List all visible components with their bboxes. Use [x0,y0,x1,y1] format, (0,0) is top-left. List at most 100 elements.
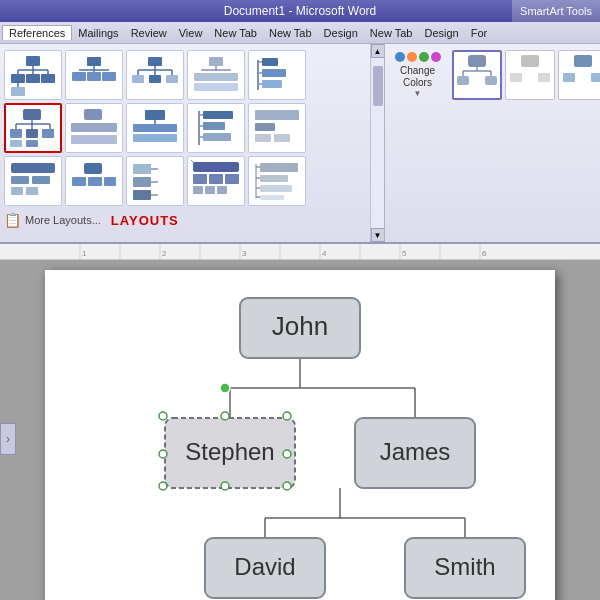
svg-rect-25 [166,75,178,83]
svg-rect-76 [133,164,151,174]
svg-rect-143 [159,482,167,490]
svg-rect-44 [10,129,22,138]
layout-item-1[interactable] [4,50,62,100]
layout-item-9[interactable] [187,103,245,153]
svg-rect-74 [88,177,102,186]
scroll-thumb[interactable] [373,66,383,106]
svg-rect-38 [23,109,41,120]
svg-rect-146 [221,482,229,490]
svg-rect-93 [260,175,288,182]
svg-text:4: 4 [322,249,327,258]
svg-rect-14 [87,72,101,81]
svg-rect-104 [457,76,469,85]
layouts-section: 📋 More Layouts... LAYOUTS [0,44,370,242]
menu-mailings[interactable]: Mailings [72,26,124,40]
layout-item-2[interactable] [65,50,123,100]
svg-point-149 [220,383,230,393]
ribbon: 📋 More Layouts... LAYOUTS ▲ ▼ [0,44,600,244]
svg-rect-6 [11,74,25,83]
svg-rect-26 [209,57,223,66]
menu-newtab1[interactable]: New Tab [208,26,263,40]
svg-text:James: James [380,438,451,465]
svg-rect-34 [262,69,286,77]
svg-rect-30 [194,83,238,91]
style-item-selected[interactable] [452,50,502,100]
svg-rect-46 [42,129,54,138]
svg-rect-95 [260,185,292,192]
menu-bar: References Mailings Review View New Tab … [0,22,600,44]
menu-view[interactable]: View [173,26,209,40]
layout-item-13[interactable] [126,156,184,206]
layout-item-12[interactable] [65,156,123,206]
svg-rect-78 [133,190,151,200]
more-layouts-btn[interactable]: 📋 More Layouts... [4,212,101,228]
left-scroll-handle[interactable]: › [0,423,16,455]
scroll-down-btn[interactable]: ▼ [371,228,385,242]
layout-item-8[interactable] [126,103,184,153]
svg-rect-85 [209,174,223,184]
svg-rect-49 [84,109,102,120]
svg-rect-87 [193,186,203,194]
svg-text:Smith: Smith [434,553,495,580]
svg-text:5: 5 [402,249,407,258]
menu-references[interactable]: References [2,25,72,40]
svg-rect-17 [148,57,162,66]
svg-rect-89 [217,186,227,194]
layout-item-15[interactable] [248,156,306,206]
svg-rect-145 [221,412,229,420]
svg-rect-36 [262,80,282,88]
svg-rect-83 [193,162,239,172]
scroll-up-btn[interactable]: ▲ [371,44,385,58]
style-item-3[interactable] [558,50,600,100]
svg-rect-107 [510,73,522,82]
svg-text:6: 6 [482,249,487,258]
svg-rect-63 [255,110,299,120]
layout-item-11[interactable] [4,156,62,206]
svg-rect-91 [260,163,298,172]
document-page: John Stephen James [45,270,555,600]
svg-rect-86 [225,174,239,184]
layout-item-4[interactable] [187,50,245,100]
svg-rect-77 [133,177,151,187]
svg-rect-69 [32,176,50,184]
svg-rect-97 [260,195,284,200]
svg-rect-23 [132,75,144,83]
menu-design2[interactable]: Design [418,26,464,40]
menu-review[interactable]: Review [125,26,173,40]
svg-rect-10 [11,87,25,96]
svg-text:1: 1 [82,249,87,258]
menu-newtab3[interactable]: New Tab [364,26,419,40]
svg-rect-141 [159,412,167,420]
svg-rect-75 [104,177,116,186]
svg-rect-55 [133,134,177,142]
style-item-2[interactable] [505,50,555,100]
svg-rect-106 [521,55,539,67]
svg-rect-71 [26,187,38,195]
svg-rect-54 [133,124,177,132]
layouts-scrollbar[interactable]: ▲ ▼ [370,44,384,242]
layout-item-7[interactable] [65,103,123,153]
svg-rect-57 [203,111,233,119]
svg-rect-108 [538,73,550,82]
svg-rect-50 [71,123,117,132]
svg-text:John: John [272,311,328,341]
layout-item-14[interactable] [187,156,245,206]
menu-design1[interactable]: Design [318,26,364,40]
scroll-track [372,58,384,228]
layouts-label: LAYOUTS [111,213,179,228]
svg-rect-11 [87,57,101,66]
menu-for[interactable]: For [465,26,494,40]
svg-rect-8 [41,74,55,83]
layout-item-5[interactable] [248,50,306,100]
svg-rect-144 [283,482,291,490]
layout-item-10[interactable] [248,103,306,153]
svg-rect-67 [11,163,55,173]
change-colors-btn[interactable]: ChangeColors ▼ [391,52,444,98]
svg-rect-0 [26,56,40,66]
layout-item-selected[interactable] [4,103,62,153]
svg-rect-47 [10,140,22,147]
layout-item-3[interactable] [126,50,184,100]
svg-rect-45 [26,129,38,138]
svg-rect-15 [102,72,116,81]
menu-newtab2[interactable]: New Tab [263,26,318,40]
